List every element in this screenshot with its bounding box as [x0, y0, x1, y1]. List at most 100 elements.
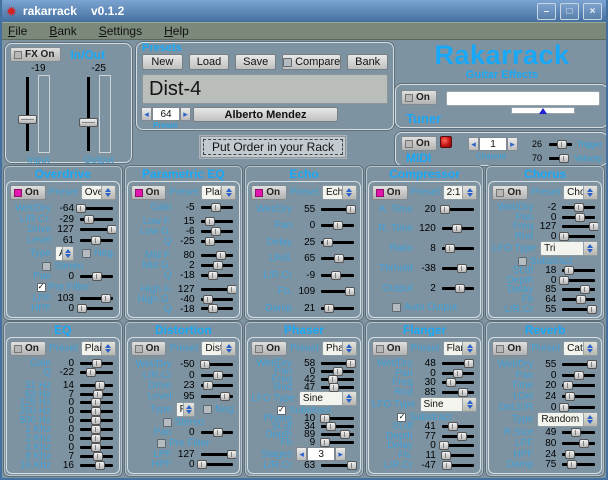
- param-slider[interactable]: [321, 441, 354, 444]
- slider-handle[interactable]: [458, 388, 468, 397]
- param-slider[interactable]: [562, 225, 595, 228]
- param-slider[interactable]: [321, 378, 354, 381]
- slider-handle[interactable]: [587, 305, 597, 314]
- slider-handle[interactable]: [101, 294, 111, 303]
- fx-on-button[interactable]: On: [492, 341, 528, 356]
- param-slider[interactable]: [321, 241, 354, 244]
- slider-handle[interactable]: [346, 205, 356, 214]
- fx-on-button[interactable]: On: [251, 185, 287, 200]
- slider-handle[interactable]: [464, 359, 474, 368]
- slider-handle[interactable]: [441, 451, 451, 460]
- param-slider[interactable]: [442, 287, 475, 290]
- compare-checkbox[interactable]: [283, 58, 292, 67]
- preset-dropdown[interactable]: Chorus 1: [563, 185, 598, 200]
- param-slider[interactable]: [562, 384, 595, 387]
- spinner-icon[interactable]: [183, 403, 194, 416]
- param-slider[interactable]: [201, 264, 234, 267]
- preset-dropdown[interactable]: 2:1: [443, 185, 478, 200]
- slider-handle[interactable]: [439, 441, 449, 450]
- spinner-icon[interactable]: [462, 342, 476, 355]
- param-slider[interactable]: [80, 239, 113, 242]
- param-slider[interactable]: [201, 298, 234, 301]
- slider-handle[interactable]: [329, 383, 339, 392]
- fx-on-button[interactable]: FX On: [10, 47, 61, 62]
- param-slider[interactable]: [442, 381, 475, 384]
- spinner-icon[interactable]: [342, 186, 356, 199]
- param-slider[interactable]: [321, 257, 354, 260]
- checkbox[interactable]: [42, 262, 51, 271]
- param-slider[interactable]: [321, 290, 354, 293]
- slider-handle[interactable]: [559, 276, 569, 285]
- slider-handle[interactable]: [457, 264, 467, 273]
- slider-handle[interactable]: [91, 425, 101, 434]
- minimize-button[interactable]: –: [537, 3, 556, 20]
- checkbox[interactable]: [392, 303, 401, 312]
- slider-handle[interactable]: [227, 285, 236, 294]
- param-slider[interactable]: [80, 455, 113, 458]
- slider-handle[interactable]: [574, 203, 584, 212]
- slider-handle[interactable]: [213, 371, 223, 380]
- slider-handle[interactable]: [95, 381, 105, 390]
- slider-handle[interactable]: [208, 304, 218, 313]
- param-slider[interactable]: [321, 362, 354, 365]
- slider-handle[interactable]: [79, 118, 98, 127]
- param-slider[interactable]: [562, 279, 595, 282]
- param-slider[interactable]: [321, 433, 354, 436]
- param-slider[interactable]: [321, 425, 354, 428]
- slider-handle[interactable]: [563, 381, 573, 390]
- slider-handle[interactable]: [334, 254, 344, 263]
- slider-handle[interactable]: [211, 203, 221, 212]
- param-slider[interactable]: [201, 288, 234, 291]
- fx-on-button[interactable]: On: [372, 185, 408, 200]
- put-order-button[interactable]: Put Order in your Rack: [200, 136, 346, 158]
- type-dropdown[interactable]: Random: [537, 412, 598, 427]
- param-slider[interactable]: [442, 208, 475, 211]
- menu-help[interactable]: Help: [164, 24, 189, 38]
- slider-handle[interactable]: [18, 115, 37, 124]
- param-slider[interactable]: [80, 446, 113, 449]
- param-slider[interactable]: [201, 254, 234, 257]
- spinner-icon[interactable]: [462, 186, 476, 199]
- spinner-icon[interactable]: [62, 247, 73, 260]
- param-slider[interactable]: [562, 463, 595, 466]
- slider-handle[interactable]: [442, 461, 452, 470]
- param-slider[interactable]: [321, 208, 354, 211]
- param-slider[interactable]: [321, 274, 354, 277]
- param-slider[interactable]: [201, 374, 234, 377]
- param-slider[interactable]: [201, 240, 234, 243]
- param-slider[interactable]: [562, 298, 595, 301]
- param-slider[interactable]: [562, 269, 595, 272]
- slider-handle[interactable]: [205, 237, 215, 246]
- param-slider[interactable]: [562, 453, 595, 456]
- checkbox[interactable]: [157, 439, 166, 448]
- preset-dropdown[interactable]: Echo 1: [322, 185, 357, 200]
- slider-handle[interactable]: [200, 360, 210, 369]
- param-slider[interactable]: [562, 442, 595, 445]
- fx-on-button[interactable]: On: [10, 185, 46, 200]
- slider-handle[interactable]: [91, 407, 101, 416]
- tuner-on-button[interactable]: On: [401, 90, 437, 105]
- slider-handle[interactable]: [91, 416, 101, 425]
- param-slider[interactable]: [201, 230, 234, 233]
- type-dropdown[interactable]: Sine: [420, 397, 478, 412]
- slider-handle[interactable]: [559, 403, 569, 412]
- slider-handle[interactable]: [589, 222, 598, 231]
- preset-dropdown[interactable]: Flange 1: [443, 341, 478, 356]
- param-slider[interactable]: [201, 395, 234, 398]
- param-slider[interactable]: [80, 228, 113, 231]
- slider-handle[interactable]: [76, 204, 86, 213]
- channel-next-button[interactable]: ▸: [507, 137, 518, 151]
- param-slider[interactable]: [442, 362, 475, 365]
- slider-handle[interactable]: [574, 371, 584, 380]
- param-slider[interactable]: [321, 386, 354, 389]
- param-slider[interactable]: [80, 401, 113, 404]
- param-slider[interactable]: [442, 444, 475, 447]
- slider-handle[interactable]: [565, 450, 575, 459]
- menu-settings[interactable]: Settings: [99, 24, 142, 38]
- type-dropdown[interactable]: Pow: [176, 402, 195, 417]
- param-slider[interactable]: [201, 453, 234, 456]
- slider-handle[interactable]: [331, 271, 341, 280]
- slider-handle[interactable]: [213, 428, 223, 437]
- slider-handle[interactable]: [576, 295, 586, 304]
- spinner-icon[interactable]: [221, 342, 235, 355]
